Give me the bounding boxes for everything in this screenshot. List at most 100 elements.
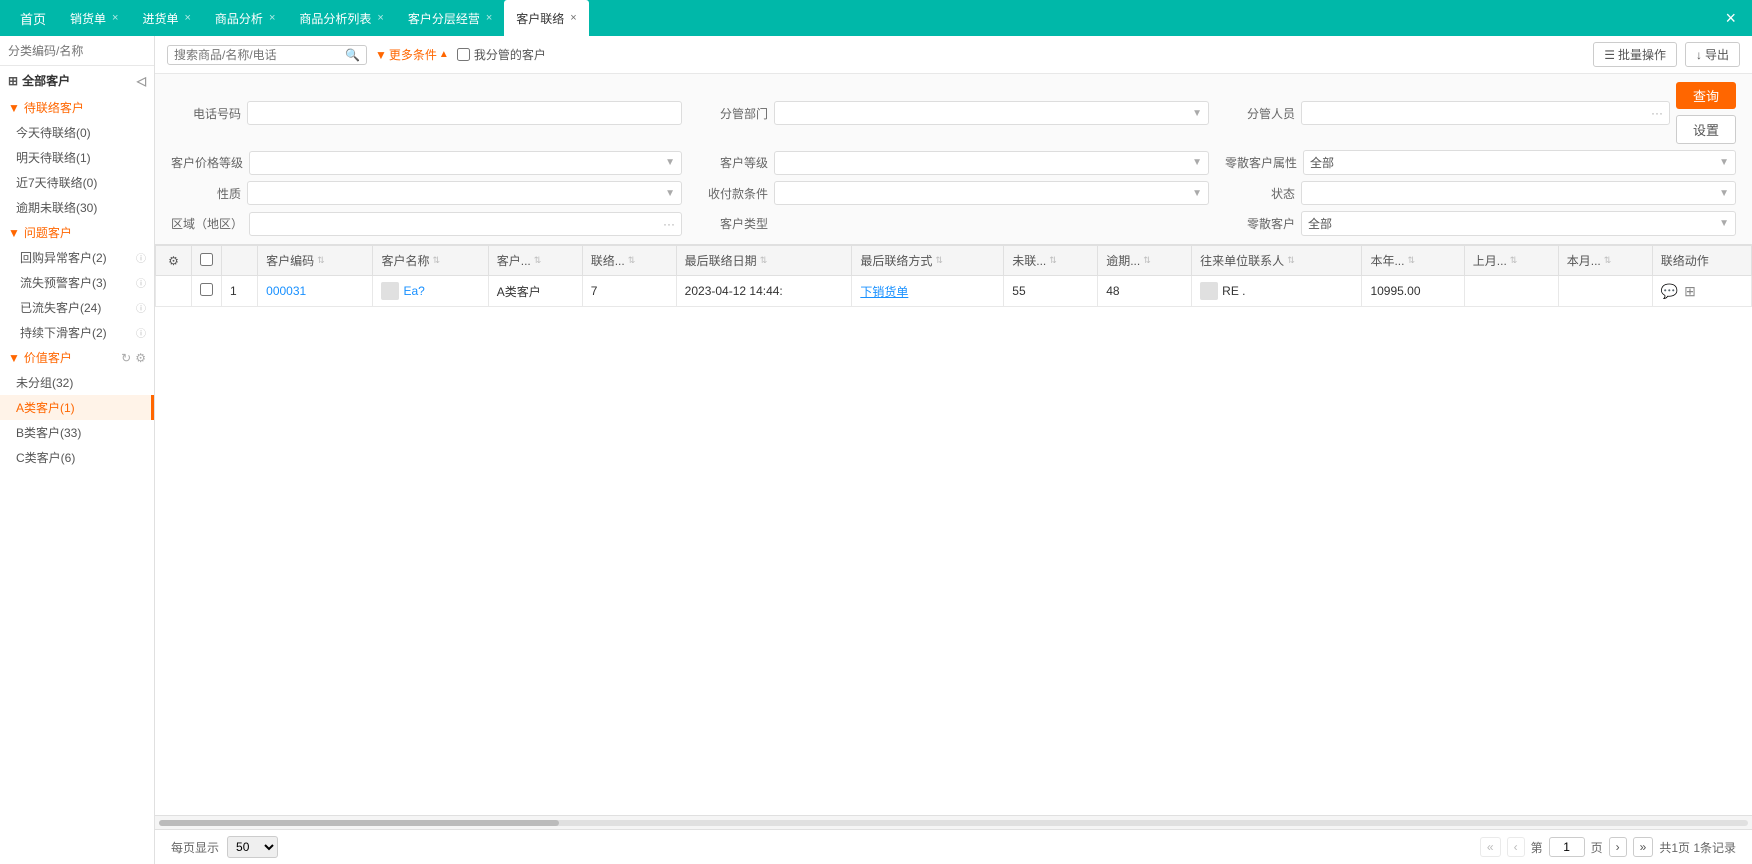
sidebar-churn-warning[interactable]: 流失预警客户(3) ⓘ bbox=[0, 270, 154, 295]
sidebar-a-class[interactable]: A类客户(1) bbox=[0, 395, 154, 420]
cell-customer-code[interactable]: 000031 bbox=[258, 276, 373, 307]
nav-sales[interactable]: 销货单 × bbox=[58, 0, 130, 36]
cell-last-month bbox=[1464, 276, 1558, 307]
sort-overdue[interactable]: ⇅ bbox=[1143, 255, 1151, 266]
cell-last-contact-date: 2023-04-12 14:44: bbox=[676, 276, 852, 307]
filter-status-select[interactable]: ▼ bbox=[1301, 181, 1736, 205]
page-number-input[interactable] bbox=[1549, 837, 1585, 857]
filter-payment-select[interactable]: ▼ bbox=[774, 181, 1209, 205]
filter-person-input[interactable]: ··· bbox=[1301, 101, 1670, 125]
nav-product-list[interactable]: 商品分析列表 × bbox=[287, 0, 395, 36]
sidebar-ungrouped[interactable]: 未分组(32) bbox=[0, 370, 154, 395]
action-message-icon[interactable]: 💬 bbox=[1661, 283, 1678, 300]
sidebar-tomorrow-contact[interactable]: 明天待联络(1) bbox=[0, 145, 154, 170]
value-refresh-icon[interactable]: ↻ bbox=[121, 351, 131, 365]
filter-dept-select[interactable]: ▼ bbox=[774, 101, 1209, 125]
filter-customer-level-select[interactable]: ▼ bbox=[774, 151, 1209, 175]
last-contact-method-link[interactable]: 下销货单 bbox=[860, 285, 908, 299]
page-size-select[interactable]: 50 100 200 bbox=[227, 836, 278, 858]
sort-last-month[interactable]: ⇅ bbox=[1510, 255, 1518, 266]
value-settings-icon[interactable]: ⚙ bbox=[135, 351, 146, 365]
cell-last-contact-method: 下销货单 bbox=[852, 276, 1004, 307]
horizontal-scrollbar[interactable] bbox=[155, 815, 1752, 829]
row-checkbox[interactable] bbox=[200, 283, 213, 296]
setting-btn[interactable]: 设置 bbox=[1676, 115, 1736, 144]
advanced-filters: 电话号码 分管部门 ▼ 分管人员 ··· 查询 设置 bbox=[155, 74, 1752, 245]
nav-sales-close[interactable]: × bbox=[112, 12, 118, 24]
cell-index: 1 bbox=[222, 276, 258, 307]
sort-last-contact-method[interactable]: ⇅ bbox=[935, 255, 943, 266]
filter-search-input[interactable] bbox=[174, 48, 345, 62]
sort-customer-type[interactable]: ⇅ bbox=[534, 255, 542, 266]
filter-my-customers[interactable]: 我分管的客户 bbox=[457, 46, 546, 63]
window-close[interactable]: × bbox=[1717, 8, 1744, 29]
select-all-checkbox[interactable] bbox=[200, 253, 213, 266]
sidebar-overdue-contact[interactable]: 逾期未联络(30) bbox=[0, 195, 154, 220]
section-pending-contact[interactable]: ▼ 待联络客户 bbox=[0, 95, 154, 120]
filter-retail-select[interactable]: 全部 ▼ bbox=[1301, 211, 1736, 236]
sidebar-c-class[interactable]: C类客户(6) bbox=[0, 445, 154, 470]
query-setting-buttons: 查询 设置 bbox=[1676, 82, 1736, 144]
sort-unit-contact[interactable]: ⇅ bbox=[1287, 255, 1295, 266]
nav-customer-segmentation[interactable]: 客户分层经营 × bbox=[396, 0, 504, 36]
sidebar-7days-contact[interactable]: 近7天待联络(0) bbox=[0, 170, 154, 195]
sidebar-search-area: 🔍 bbox=[0, 36, 154, 66]
filter-more-btn[interactable]: ▼ 更多条件 ▲ bbox=[375, 46, 449, 63]
cell-customer-name: Ea? bbox=[373, 276, 488, 307]
nav-purchase-close[interactable]: × bbox=[184, 12, 190, 24]
sort-contact-count[interactable]: ⇅ bbox=[628, 255, 636, 266]
sort-customer-code[interactable]: ⇅ bbox=[317, 255, 325, 266]
cell-checkbox bbox=[192, 276, 222, 307]
my-customers-checkbox[interactable] bbox=[457, 48, 470, 61]
nav-product-analysis[interactable]: 商品分析 × bbox=[203, 0, 287, 36]
sidebar-repurchase-abnormal[interactable]: 回购异常客户(2) ⓘ bbox=[0, 245, 154, 270]
sort-this-year[interactable]: ⇅ bbox=[1407, 255, 1415, 266]
payment-arrow-icon: ▼ bbox=[1192, 188, 1202, 199]
sidebar-collapse-icon[interactable]: ◁ bbox=[137, 74, 146, 88]
sort-customer-name[interactable]: ⇅ bbox=[432, 255, 440, 266]
section-value-arrow: ▼ bbox=[8, 351, 20, 365]
action-qr-icon[interactable]: ⊞ bbox=[1684, 283, 1696, 300]
sort-last-contact-date[interactable]: ⇅ bbox=[760, 255, 768, 266]
export-btn[interactable]: ↓ 导出 bbox=[1685, 42, 1740, 67]
batch-operation-btn[interactable]: ☰ 批量操作 bbox=[1593, 42, 1677, 67]
filter-nature-select[interactable]: ▼ bbox=[247, 181, 682, 205]
nav-product-analysis-close[interactable]: × bbox=[269, 12, 275, 24]
page-size-label: 每页显示 bbox=[171, 839, 219, 856]
sidebar-search-input[interactable] bbox=[8, 44, 155, 58]
filter-person: 分管人员 ··· 查询 设置 bbox=[1225, 82, 1736, 144]
cell-settings bbox=[156, 276, 192, 307]
scroll-thumb[interactable] bbox=[159, 820, 559, 826]
sidebar-declining[interactable]: 持续下滑客户(2) ⓘ bbox=[0, 320, 154, 345]
section-problem-customers[interactable]: ▼ 问题客户 bbox=[0, 220, 154, 245]
filter-search-icon[interactable]: 🔍 bbox=[345, 48, 360, 62]
sidebar-today-contact[interactable]: 今天待联络(0) bbox=[0, 120, 154, 145]
filter-region-label: 区域（地区） bbox=[171, 215, 243, 232]
sidebar-churned[interactable]: 已流失客户(24) ⓘ bbox=[0, 295, 154, 320]
sort-no-contact[interactable]: ⇅ bbox=[1049, 255, 1057, 266]
last-page-btn[interactable]: » bbox=[1633, 837, 1654, 857]
filter-price-level-select[interactable]: ▼ bbox=[249, 151, 682, 175]
filter-retail-attr-select[interactable]: 全部 ▼ bbox=[1303, 150, 1736, 175]
nav-purchase[interactable]: 进货单 × bbox=[130, 0, 202, 36]
nav-customer-contact[interactable]: 客户联络 × bbox=[504, 0, 588, 36]
section-value-label: 价值客户 bbox=[24, 349, 72, 366]
filter-phone-input[interactable] bbox=[247, 101, 682, 125]
sort-this-month[interactable]: ⇅ bbox=[1604, 255, 1612, 266]
customer-name-text[interactable]: Ea? bbox=[403, 284, 424, 298]
prev-page-btn[interactable]: ‹ bbox=[1507, 837, 1525, 857]
filter-customer-level: 客户等级 ▼ bbox=[698, 150, 1209, 175]
table-settings-icon[interactable]: ⚙ bbox=[168, 254, 179, 268]
query-btn[interactable]: 查询 bbox=[1676, 82, 1736, 109]
nav-customer-contact-close[interactable]: × bbox=[570, 12, 576, 24]
section-value-customers[interactable]: ▼ 价值客户 ↻ ⚙ bbox=[0, 345, 154, 370]
nav-product-list-close[interactable]: × bbox=[377, 12, 383, 24]
sidebar-b-class[interactable]: B类客户(33) bbox=[0, 420, 154, 445]
nav-customer-seg-close[interactable]: × bbox=[486, 12, 492, 24]
filter-region-input[interactable]: ··· bbox=[249, 212, 682, 236]
col-checkbox bbox=[192, 246, 222, 276]
first-page-btn[interactable]: « bbox=[1480, 837, 1501, 857]
next-page-btn[interactable]: › bbox=[1609, 837, 1627, 857]
nav-home[interactable]: 首页 bbox=[8, 0, 58, 36]
filter-customer-type-input[interactable] bbox=[774, 212, 1209, 236]
